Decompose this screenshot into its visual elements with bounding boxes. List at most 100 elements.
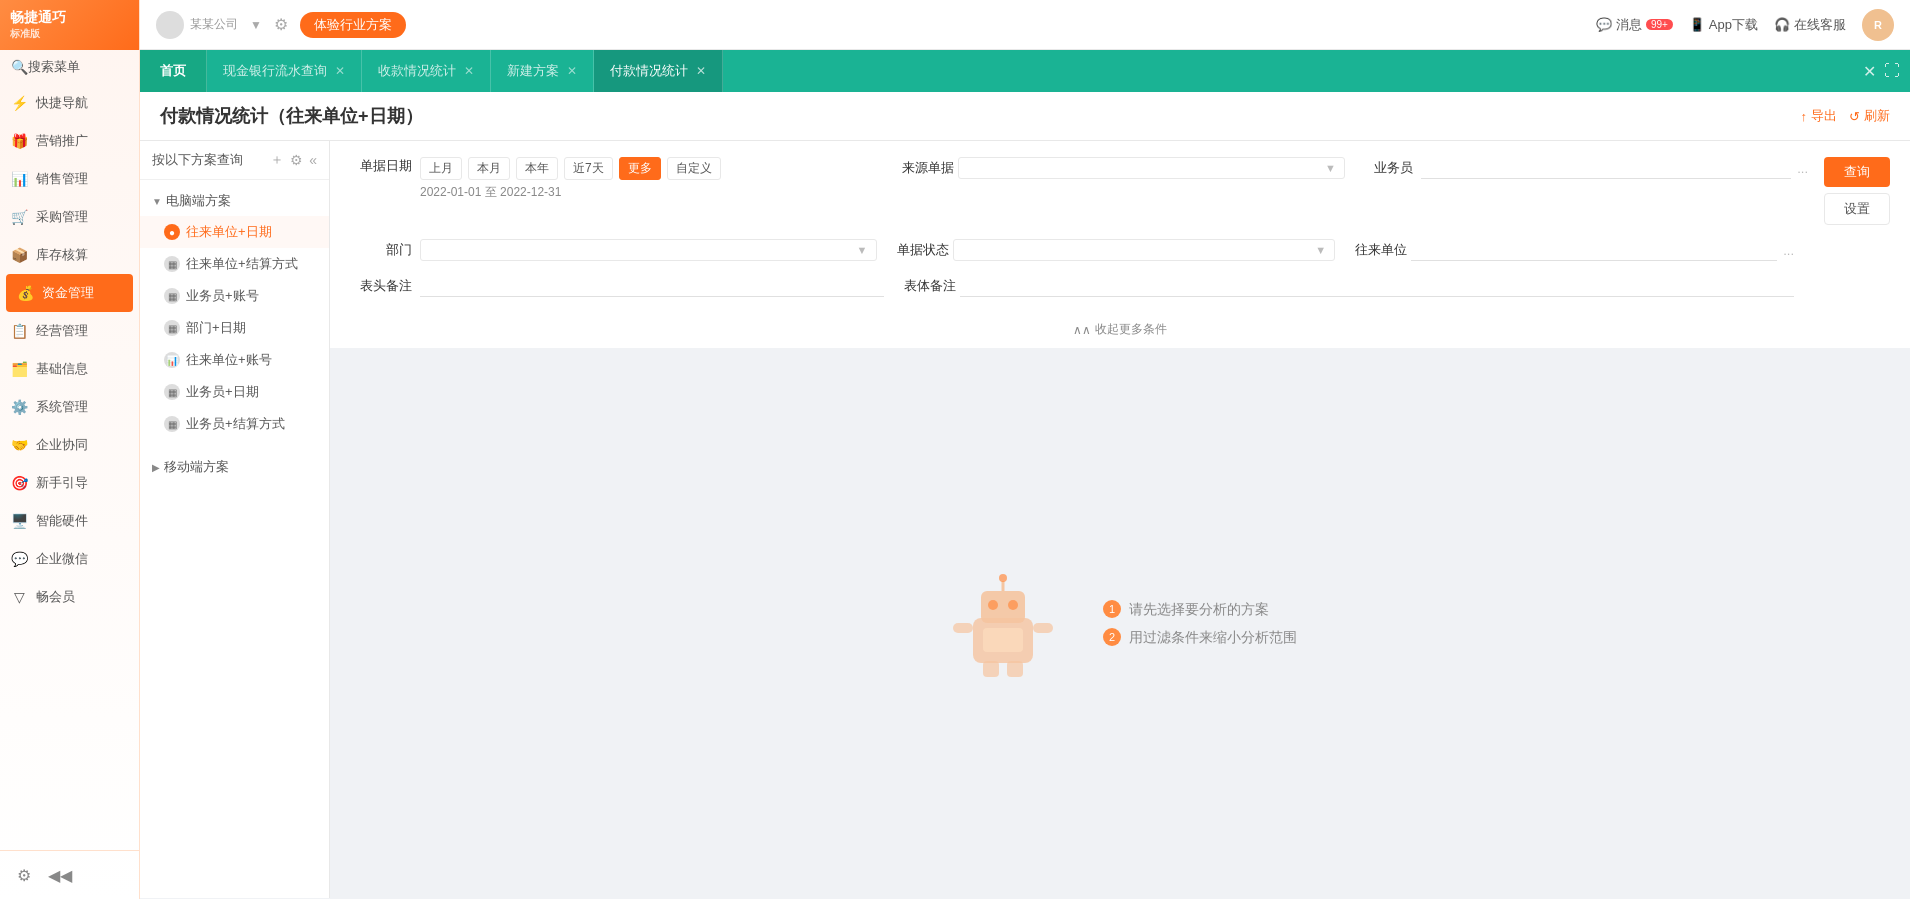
date-opt-this-month[interactable]: 本月 — [468, 157, 510, 180]
app-download-btn[interactable]: 📱 App下载 — [1689, 16, 1758, 34]
svg-rect-9 — [1007, 661, 1023, 677]
sidebar-item-label: 营销推广 — [36, 132, 88, 150]
scheme-item-partner-date[interactable]: ● 往来单位+日期 — [140, 216, 329, 248]
topbar-avatar[interactable]: R — [1862, 9, 1894, 41]
purchase-icon: 🛒 — [10, 208, 28, 226]
scheme-item-salesman-settlement[interactable]: ▦ 业务员+结算方式 — [140, 408, 329, 440]
doc-status-select[interactable]: ▼ — [953, 239, 1336, 261]
sidebar-item-marketing[interactable]: 🎁 营销推广 — [0, 122, 139, 160]
sidebar: 畅捷通巧 标准版 🔍 搜索菜单 ⚡ 快捷导航 🎁 营销推广 📊 销售管理 🛒 采… — [0, 0, 140, 899]
phone-icon: 📱 — [1689, 17, 1705, 32]
collapse-sidebar-icon[interactable]: ◀◀ — [46, 861, 74, 889]
scheme-item-partner-account[interactable]: 📊 往来单位+账号 — [140, 344, 329, 376]
head-remark-input[interactable] — [420, 275, 884, 297]
svg-point-2 — [988, 600, 998, 610]
search-label: 搜索菜单 — [28, 58, 80, 76]
sidebar-item-label: 新手引导 — [36, 474, 88, 492]
sidebar-item-sys-mgmt[interactable]: ⚙️ 系统管理 — [0, 388, 139, 426]
base-info-icon: 🗂️ — [10, 360, 28, 378]
source-select[interactable]: ▼ — [958, 157, 1345, 179]
sidebar-item-label: 畅会员 — [36, 588, 75, 606]
collapse-scheme-icon[interactable]: « — [309, 152, 317, 168]
headset-icon: 🎧 — [1774, 17, 1790, 32]
desktop-group-arrow: ▼ — [152, 196, 162, 207]
sidebar-bottom: ⚙ ◀◀ — [0, 850, 139, 899]
tab-expand-icon[interactable]: ⛶ — [1884, 62, 1900, 80]
partner-input[interactable] — [1411, 239, 1777, 261]
try-industry-btn[interactable]: 体验行业方案 — [300, 12, 406, 38]
salesman-label: 业务员 — [1365, 159, 1421, 177]
tab-bank-flow[interactable]: 现金银行流水查询 ✕ — [207, 50, 362, 92]
scheme-group-desktop-title[interactable]: ▼ 电脑端方案 — [140, 186, 329, 216]
query-btn[interactable]: 查询 — [1824, 157, 1890, 187]
topbar-dropdown-icon[interactable]: ▼ — [250, 18, 262, 32]
settings-bottom-icon[interactable]: ⚙ — [10, 861, 38, 889]
tab-bank-flow-close[interactable]: ✕ — [335, 64, 345, 78]
add-scheme-icon[interactable]: ＋ — [270, 151, 284, 169]
tab-new-scheme-close[interactable]: ✕ — [567, 64, 577, 78]
user-avatar — [156, 11, 184, 39]
tab-close-all-icon[interactable]: ✕ — [1863, 62, 1876, 81]
tab-new-scheme[interactable]: 新建方案 ✕ — [491, 50, 594, 92]
sidebar-item-wechat[interactable]: 💬 企业微信 — [0, 540, 139, 578]
scheme-item-label: 往来单位+结算方式 — [186, 255, 298, 273]
sidebar-item-inventory[interactable]: 📦 库存核算 — [0, 236, 139, 274]
scheme-item-salesman-account[interactable]: ▦ 业务员+账号 — [140, 280, 329, 312]
tab-receipt-stats-close[interactable]: ✕ — [464, 64, 474, 78]
inventory-icon: 📦 — [10, 246, 28, 264]
scheme-group-mobile-title[interactable]: ▶ 移动端方案 — [140, 452, 329, 482]
sidebar-item-member[interactable]: ▽ 畅会员 — [0, 578, 139, 616]
online-service-btn[interactable]: 🎧 在线客服 — [1774, 16, 1846, 34]
scheme-panel-header: 按以下方案查询 ＋ ⚙ « — [140, 141, 329, 180]
partner-more-icon[interactable]: ... — [1783, 243, 1794, 258]
tab-payment-stats-close[interactable]: ✕ — [696, 64, 706, 78]
svg-rect-7 — [1033, 623, 1053, 633]
sidebar-item-enterprise[interactable]: 🤝 企业协同 — [0, 426, 139, 464]
empty-tips: 1 请先选择要分析的方案 2 用过滤条件来缩小分析范围 — [1103, 595, 1297, 651]
svg-rect-6 — [953, 623, 973, 633]
topbar-right: 💬 消息 99+ 📱 App下载 🎧 在线客服 R — [1596, 9, 1894, 41]
collapse-label: 收起更多条件 — [1095, 321, 1167, 338]
sidebar-item-label: 系统管理 — [36, 398, 88, 416]
sidebar-item-sales[interactable]: 📊 销售管理 — [0, 160, 139, 198]
sidebar-search[interactable]: 🔍 搜索菜单 — [0, 50, 139, 84]
sidebar-item-smart-hw[interactable]: 🖥️ 智能硬件 — [0, 502, 139, 540]
date-opt-more[interactable]: 更多 — [619, 157, 661, 180]
tab-home[interactable]: 首页 — [140, 50, 207, 92]
settings-btn[interactable]: 设置 — [1824, 193, 1890, 225]
messages-btn[interactable]: 💬 消息 99+ — [1596, 16, 1673, 34]
scheme-item-salesman-date[interactable]: ▦ 业务员+日期 — [140, 376, 329, 408]
date-opt-custom[interactable]: 自定义 — [667, 157, 721, 180]
scheme-item-label: 业务员+日期 — [186, 383, 259, 401]
dept-select[interactable]: ▼ — [420, 239, 877, 261]
refresh-label: 刷新 — [1864, 107, 1890, 125]
body-remark-input[interactable] — [960, 275, 1794, 297]
salesman-more-icon[interactable]: ... — [1797, 161, 1808, 176]
settings-scheme-icon[interactable]: ⚙ — [290, 152, 303, 168]
collapse-bar[interactable]: ∧∧ 收起更多条件 — [330, 311, 1910, 348]
export-btn[interactable]: ↑ 导出 — [1801, 107, 1838, 125]
online-service-label: 在线客服 — [1794, 16, 1846, 34]
scheme-item-dept-date[interactable]: ▦ 部门+日期 — [140, 312, 329, 344]
sys-mgmt-icon: ⚙️ — [10, 398, 28, 416]
date-opt-this-year[interactable]: 本年 — [516, 157, 558, 180]
date-opt-last-month[interactable]: 上月 — [420, 157, 462, 180]
sidebar-item-purchase[interactable]: 🛒 采购管理 — [0, 198, 139, 236]
date-opt-7days[interactable]: 近7天 — [564, 157, 613, 180]
tab-receipt-stats[interactable]: 收款情况统计 ✕ — [362, 50, 491, 92]
body-remark-label: 表体备注 — [904, 277, 960, 295]
scheme-group-desktop: ▼ 电脑端方案 ● 往来单位+日期 ▦ 往来单位+结算方式 ▦ 业务员+账号 — [140, 180, 329, 446]
scheme-item-partner-settlement[interactable]: ▦ 往来单位+结算方式 — [140, 248, 329, 280]
refresh-btn[interactable]: ↺ 刷新 — [1849, 107, 1890, 125]
tab-payment-stats[interactable]: 付款情况统计 ✕ — [594, 50, 723, 92]
sidebar-item-quick-nav[interactable]: ⚡ 快捷导航 — [0, 84, 139, 122]
sidebar-item-base-info[interactable]: 🗂️ 基础信息 — [0, 350, 139, 388]
sidebar-item-operation[interactable]: 📋 经营管理 — [0, 312, 139, 350]
sidebar-item-guide[interactable]: 🎯 新手引导 — [0, 464, 139, 502]
page-header: 付款情况统计（往来单位+日期） ↑ 导出 ↺ 刷新 — [140, 92, 1910, 141]
topbar-settings-icon[interactable]: ⚙ — [274, 15, 288, 34]
salesman-input[interactable] — [1421, 157, 1791, 179]
scheme-icon-ss: ▦ — [164, 416, 180, 432]
page-header-actions: ↑ 导出 ↺ 刷新 — [1801, 107, 1891, 125]
sidebar-item-capital[interactable]: 💰 资金管理 — [6, 274, 133, 312]
